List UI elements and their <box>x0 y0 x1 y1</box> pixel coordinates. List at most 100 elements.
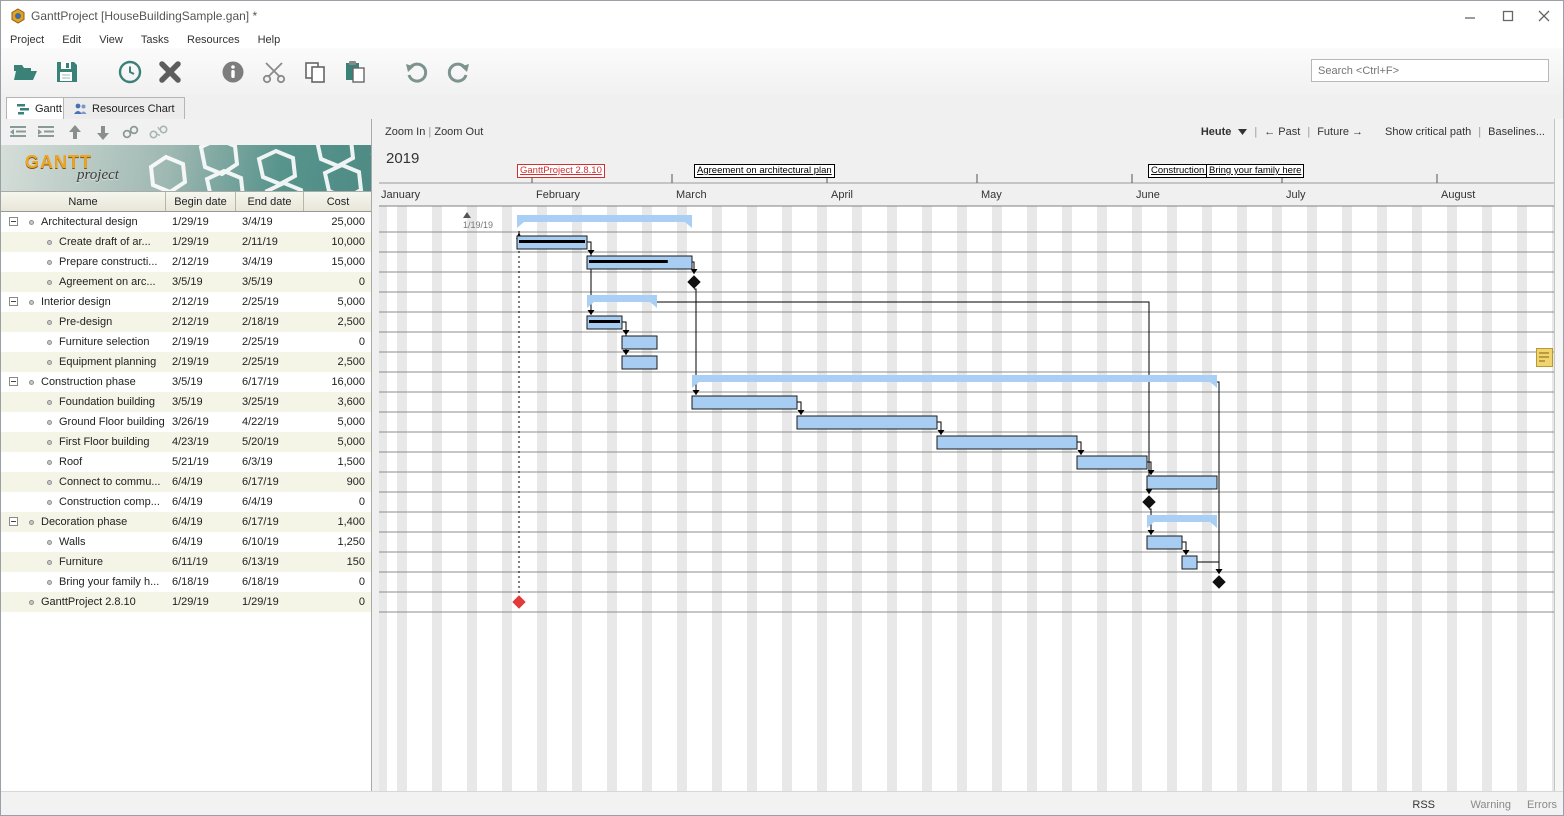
menu-edit[interactable]: Edit <box>53 34 90 46</box>
table-row[interactable]: Roof5/21/196/3/191,500 <box>1 452 371 472</box>
vertical-scrollbar[interactable] <box>1554 119 1564 791</box>
rss-button[interactable]: RSS <box>1412 799 1435 811</box>
menu-resources[interactable]: Resources <box>178 34 249 46</box>
summary-bar[interactable] <box>517 215 692 222</box>
gantt-task-bar[interactable] <box>622 356 657 369</box>
dependency-arrow <box>691 269 698 274</box>
summary-bar[interactable] <box>1147 515 1217 522</box>
menu-view[interactable]: View <box>90 34 132 46</box>
table-row[interactable]: Construction phase3/5/196/17/1916,000 <box>1 372 371 392</box>
redo-icon[interactable] <box>443 57 473 87</box>
task-begin-date: 6/4/19 <box>172 532 203 552</box>
task-properties-icon[interactable] <box>218 57 248 87</box>
main-toolbar <box>1 48 1563 96</box>
task-begin-date: 3/5/19 <box>172 372 203 392</box>
table-row[interactable]: Construction comp...6/4/196/4/190 <box>1 492 371 512</box>
task-bullet-icon <box>29 300 34 305</box>
unlink-tasks-icon[interactable] <box>149 123 169 141</box>
summary-bar[interactable] <box>587 295 657 302</box>
summary-bar-end <box>685 222 692 228</box>
cut-icon[interactable] <box>259 57 289 87</box>
column-header-begin[interactable]: Begin date <box>166 192 236 211</box>
warning-button[interactable]: Warning <box>1470 799 1511 811</box>
undo-icon[interactable] <box>402 57 432 87</box>
table-row[interactable]: Pre-design2/12/192/18/192,500 <box>1 312 371 332</box>
table-row[interactable]: Connect to commu...6/4/196/17/19900 <box>1 472 371 492</box>
indent-icon[interactable] <box>37 123 57 141</box>
search-input[interactable] <box>1311 59 1549 82</box>
task-end-date: 4/22/19 <box>242 412 279 432</box>
column-header-end[interactable]: End date <box>236 192 304 211</box>
menu-project[interactable]: Project <box>1 34 53 46</box>
move-down-icon[interactable] <box>93 123 113 141</box>
table-row[interactable]: Prepare constructi...2/12/193/4/1915,000 <box>1 252 371 272</box>
milestone-diamond[interactable] <box>513 596 525 608</box>
task-begin-date: 1/29/19 <box>172 232 209 252</box>
task-name: Agreement on arc... <box>59 272 156 292</box>
task-bullet-icon <box>47 460 52 465</box>
panel-splitter[interactable] <box>372 119 379 791</box>
table-row[interactable]: Ground Floor building3/26/194/22/195,000 <box>1 412 371 432</box>
tab-resources-chart[interactable]: Resources Chart <box>63 97 185 119</box>
table-header: Name Begin date End date Cost <box>1 191 371 212</box>
collapse-toggle[interactable] <box>9 297 18 306</box>
table-row[interactable]: First Floor building4/23/195/20/195,000 <box>1 432 371 452</box>
save-project-icon[interactable] <box>52 57 82 87</box>
table-row[interactable]: Architectural design1/29/193/4/1925,000 <box>1 212 371 232</box>
collapse-toggle[interactable] <box>9 517 18 526</box>
month-label: June <box>1136 189 1160 201</box>
task-progress-line <box>589 320 620 323</box>
table-row[interactable]: Bring your family h...6/18/196/18/190 <box>1 572 371 592</box>
milestone-diamond[interactable] <box>1213 576 1225 588</box>
table-row[interactable]: Create draft of ar...1/29/192/11/1910,00… <box>1 232 371 252</box>
delete-task-icon[interactable] <box>155 57 185 87</box>
maximize-button[interactable] <box>1493 6 1523 26</box>
column-header-cost[interactable]: Cost <box>304 192 372 211</box>
gantt-task-bar[interactable] <box>1182 556 1197 569</box>
errors-button[interactable]: Errors <box>1527 799 1557 811</box>
dependency-arrow <box>1183 550 1190 555</box>
minimize-button[interactable] <box>1455 6 1485 26</box>
task-end-date: 6/3/19 <box>242 452 273 472</box>
outdent-icon[interactable] <box>9 123 29 141</box>
link-tasks-icon[interactable] <box>121 123 141 141</box>
column-header-name[interactable]: Name <box>1 192 166 211</box>
menu-help[interactable]: Help <box>249 34 290 46</box>
menu-tasks[interactable]: Tasks <box>132 34 178 46</box>
summary-bar-end <box>1210 522 1217 528</box>
collapse-toggle[interactable] <box>9 377 18 386</box>
copy-icon[interactable] <box>300 57 330 87</box>
gantt-task-bar[interactable] <box>1147 476 1217 489</box>
task-begin-date: 1/29/19 <box>172 212 209 232</box>
task-begin-date: 2/19/19 <box>172 332 209 352</box>
table-row[interactable]: Agreement on arc...3/5/193/5/190 <box>1 272 371 292</box>
open-project-icon[interactable] <box>11 57 41 87</box>
task-bullet-icon <box>47 560 52 565</box>
move-up-icon[interactable] <box>65 123 85 141</box>
paste-icon[interactable] <box>340 57 370 87</box>
close-button[interactable] <box>1529 6 1559 26</box>
table-row[interactable]: Furniture selection2/19/192/25/190 <box>1 332 371 352</box>
task-name: Architectural design <box>41 212 138 232</box>
gantt-task-bar[interactable] <box>1077 456 1147 469</box>
task-begin-date: 6/4/19 <box>172 472 203 492</box>
note-attachment-icon[interactable] <box>1536 348 1553 370</box>
table-row[interactable]: Foundation building3/5/193/25/193,600 <box>1 392 371 412</box>
gantt-task-bar[interactable] <box>937 436 1077 449</box>
table-row[interactable]: Interior design2/12/192/25/195,000 <box>1 292 371 312</box>
table-row[interactable]: GanttProject 2.8.101/29/191/29/190 <box>1 592 371 612</box>
gantt-task-bar[interactable] <box>622 336 657 349</box>
collapse-toggle[interactable] <box>9 217 18 226</box>
clock-icon[interactable] <box>115 57 145 87</box>
milestone-diamond[interactable] <box>688 276 700 288</box>
milestone-diamond[interactable] <box>1143 496 1155 508</box>
gantt-task-bar[interactable] <box>797 416 937 429</box>
table-row[interactable]: Walls6/4/196/10/191,250 <box>1 532 371 552</box>
gantt-task-bar[interactable] <box>692 396 797 409</box>
summary-bar[interactable] <box>692 375 1217 382</box>
task-bullet-icon <box>47 420 52 425</box>
table-row[interactable]: Decoration phase6/4/196/17/191,400 <box>1 512 371 532</box>
table-row[interactable]: Furniture6/11/196/13/19150 <box>1 552 371 572</box>
gantt-task-bar[interactable] <box>1147 536 1182 549</box>
table-row[interactable]: Equipment planning2/19/192/25/192,500 <box>1 352 371 372</box>
